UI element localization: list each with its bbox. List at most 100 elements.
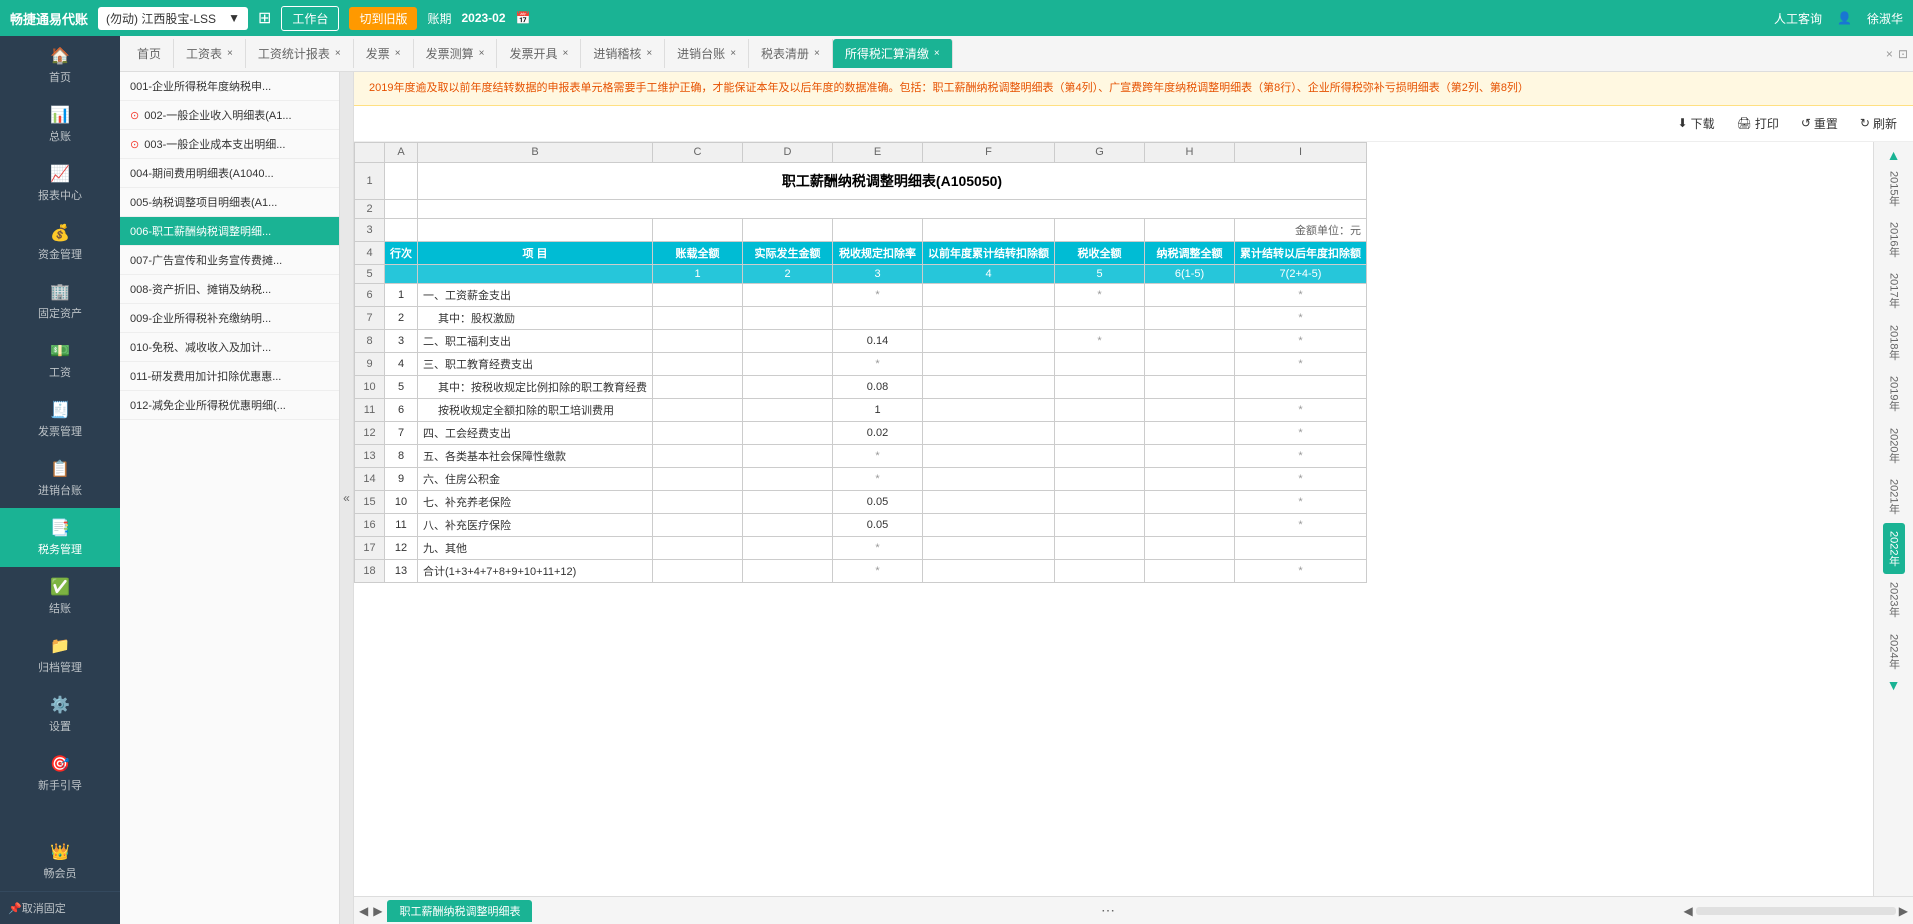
- sidebar-item-ledger[interactable]: 📊 总账: [0, 95, 120, 154]
- unit-label: 金额单位：元: [1235, 218, 1367, 241]
- company-settings-icon[interactable]: ⊞: [258, 8, 271, 28]
- company-selector[interactable]: (勿动) 江西股宝-LSS ▼: [98, 7, 248, 30]
- year-2016[interactable]: 2016年: [1883, 214, 1905, 265]
- sidebar-item-assets[interactable]: 🏢 固定资产: [0, 272, 120, 331]
- tab-collapse-icon[interactable]: ×: [1886, 47, 1893, 61]
- form-item-002[interactable]: ⊙ 002-一般企业收入明细表(A1...: [120, 101, 339, 130]
- calendar-icon[interactable]: 📅: [516, 11, 531, 25]
- header-col-h: 纳税调整全额: [1145, 241, 1235, 264]
- tab-tax-book-close[interactable]: ×: [814, 48, 820, 59]
- bottom-tab-salary[interactable]: 职工薪酬纳税调整明细表: [387, 900, 532, 922]
- year-nav-down[interactable]: ▼: [1874, 677, 1913, 693]
- tab-salary-report-close[interactable]: ×: [335, 48, 341, 59]
- tab-salary-report-label: 工资统计报表: [258, 45, 330, 62]
- tab-sales-check-close[interactable]: ×: [646, 48, 652, 59]
- tab-invoice-issue-close[interactable]: ×: [562, 48, 568, 59]
- download-button[interactable]: ⬇ 下载: [1672, 112, 1721, 135]
- table-row: 16 11 八、补充医疗保险 0.05 *: [355, 513, 1367, 536]
- user-avatar[interactable]: 👤: [1837, 11, 1852, 25]
- switch-button[interactable]: 切到旧版: [349, 7, 417, 30]
- sidebar-item-settings[interactable]: ⚙️ 设置: [0, 685, 120, 744]
- tab-expand-icon[interactable]: ⊡: [1898, 47, 1908, 61]
- header-seq: 行次: [385, 241, 418, 264]
- year-2017[interactable]: 2017年: [1883, 265, 1905, 316]
- tab-sales-ledger-close[interactable]: ×: [730, 48, 736, 59]
- form-item-009[interactable]: 009-企业所得税补充缴纳明...: [120, 304, 339, 333]
- tab-income-tax-close[interactable]: ×: [934, 48, 940, 59]
- panel-collapse-arrow[interactable]: «: [340, 72, 354, 924]
- spreadsheet-container[interactable]: A B C D E F G H I: [354, 142, 1873, 897]
- refresh-button[interactable]: ↻ 刷新: [1854, 112, 1903, 135]
- tab-invoice[interactable]: 发票 ×: [354, 39, 414, 68]
- sidebar-item-tax[interactable]: 📑 税务管理: [0, 508, 120, 567]
- tab-tax-book[interactable]: 税表清册 ×: [749, 39, 833, 68]
- form-item-005[interactable]: 005-纳税调整项目明细表(A1...: [120, 188, 339, 217]
- tab-sales-check[interactable]: 进销稽核 ×: [581, 39, 665, 68]
- form-item-003[interactable]: ⊙ 003-一般企业成本支出明细...: [120, 130, 339, 159]
- sheet-nav-left[interactable]: ◀: [359, 904, 368, 918]
- reset-button[interactable]: ↺ 重置: [1795, 112, 1844, 135]
- label-2: 其中：股权激励: [418, 306, 653, 329]
- sidebar-item-salary[interactable]: 💵 工资: [0, 331, 120, 390]
- tab-salary[interactable]: 工资表 ×: [174, 39, 246, 68]
- table-row: 12 7 四、工会经费支出 0.02 *: [355, 421, 1367, 444]
- sidebar-footer-cancel-pin[interactable]: 📌 取消固定: [0, 891, 120, 924]
- form-item-001[interactable]: 001-企业所得税年度纳税申...: [120, 72, 339, 101]
- header-col-c: 账载全额: [653, 241, 743, 264]
- sidebar-item-sales[interactable]: 📋 进销台账: [0, 449, 120, 508]
- tab-salary-report[interactable]: 工资统计报表 ×: [246, 39, 354, 68]
- year-nav-up[interactable]: ▲: [1874, 147, 1913, 163]
- form-item-004[interactable]: 004-期间费用明细表(A1040...: [120, 159, 339, 188]
- year-2024[interactable]: 2024年: [1883, 626, 1905, 677]
- sidebar-item-invoice[interactable]: 🧾 发票管理: [0, 390, 120, 449]
- header-item: 项 目: [418, 241, 653, 264]
- header-col-g: 税收全额: [1055, 241, 1145, 264]
- sidebar-item-archive[interactable]: 📁 归档管理: [0, 626, 120, 685]
- tab-end-controls: × ⊡: [1886, 47, 1908, 61]
- form-item-006[interactable]: 006-职工薪酬纳税调整明细...: [120, 217, 339, 246]
- form-item-007[interactable]: 007-广告宣传和业务宣传费摊...: [120, 246, 339, 275]
- sidebar-item-home[interactable]: 🏠 首页: [0, 36, 120, 95]
- sidebar-item-guide[interactable]: 🎯 新手引导: [0, 744, 120, 803]
- workbench-button[interactable]: 工作台: [281, 6, 339, 31]
- year-2023[interactable]: 2023年: [1883, 574, 1905, 625]
- scroll-right-icon[interactable]: ▶: [1899, 904, 1908, 918]
- tab-invoice-calc-close[interactable]: ×: [479, 48, 485, 59]
- home-icon: 🏠: [50, 46, 70, 66]
- year-2015[interactable]: 2015年: [1883, 163, 1905, 214]
- year-2019[interactable]: 2019年: [1883, 368, 1905, 419]
- year-2021[interactable]: 2021年: [1883, 471, 1905, 522]
- sidebar-item-settle[interactable]: ✅ 结账: [0, 567, 120, 626]
- form-item-010[interactable]: 010-免税、减收收入及加计...: [120, 333, 339, 362]
- bottom-bar-icons: ⋯: [1101, 902, 1115, 919]
- row-3-num: 3: [355, 218, 385, 241]
- tab-invoice-calc[interactable]: 发票测算 ×: [414, 39, 498, 68]
- tab-income-tax[interactable]: 所得税汇算清缴 ×: [833, 39, 953, 68]
- sales-icon: 📋: [50, 459, 70, 479]
- year-2018[interactable]: 2018年: [1883, 317, 1905, 368]
- service-link[interactable]: 人工客询: [1774, 10, 1822, 27]
- row-12-num: 12: [355, 421, 385, 444]
- horizontal-scrollbar[interactable]: [1696, 907, 1896, 915]
- sheet-options-icon[interactable]: ⋯: [1101, 902, 1115, 919]
- header-col-d: 实际发生金额: [743, 241, 833, 264]
- tab-home[interactable]: 首页: [125, 39, 174, 68]
- form-item-012[interactable]: 012-减免企业所得税优惠明细(...: [120, 391, 339, 420]
- year-2022[interactable]: 2022年: [1883, 523, 1905, 574]
- form-item-007-label: 007-广告宣传和业务宣传费摊...: [130, 252, 282, 268]
- sidebar-item-member[interactable]: 👑 畅会员: [0, 832, 120, 891]
- seq-12: 12: [385, 536, 418, 559]
- sidebar-item-report[interactable]: 📈 报表中心: [0, 154, 120, 213]
- sidebar-item-funds[interactable]: 💰 资金管理: [0, 213, 120, 272]
- tab-invoice-close[interactable]: ×: [395, 48, 401, 59]
- tab-salary-close[interactable]: ×: [227, 48, 233, 59]
- tab-sales-ledger[interactable]: 进销台账 ×: [665, 39, 749, 68]
- tab-invoice-issue[interactable]: 发票开具 ×: [497, 39, 581, 68]
- scroll-left-icon[interactable]: ◀: [1684, 904, 1693, 918]
- row-1-num: 1: [355, 162, 385, 199]
- year-2020[interactable]: 2020年: [1883, 420, 1905, 471]
- form-item-008[interactable]: 008-资产折旧、摊销及纳税...: [120, 275, 339, 304]
- form-item-011[interactable]: 011-研发费用加计扣除优惠惠...: [120, 362, 339, 391]
- print-button[interactable]: 🖨 打印: [1731, 112, 1785, 135]
- sheet-nav-right[interactable]: ▶: [373, 904, 382, 918]
